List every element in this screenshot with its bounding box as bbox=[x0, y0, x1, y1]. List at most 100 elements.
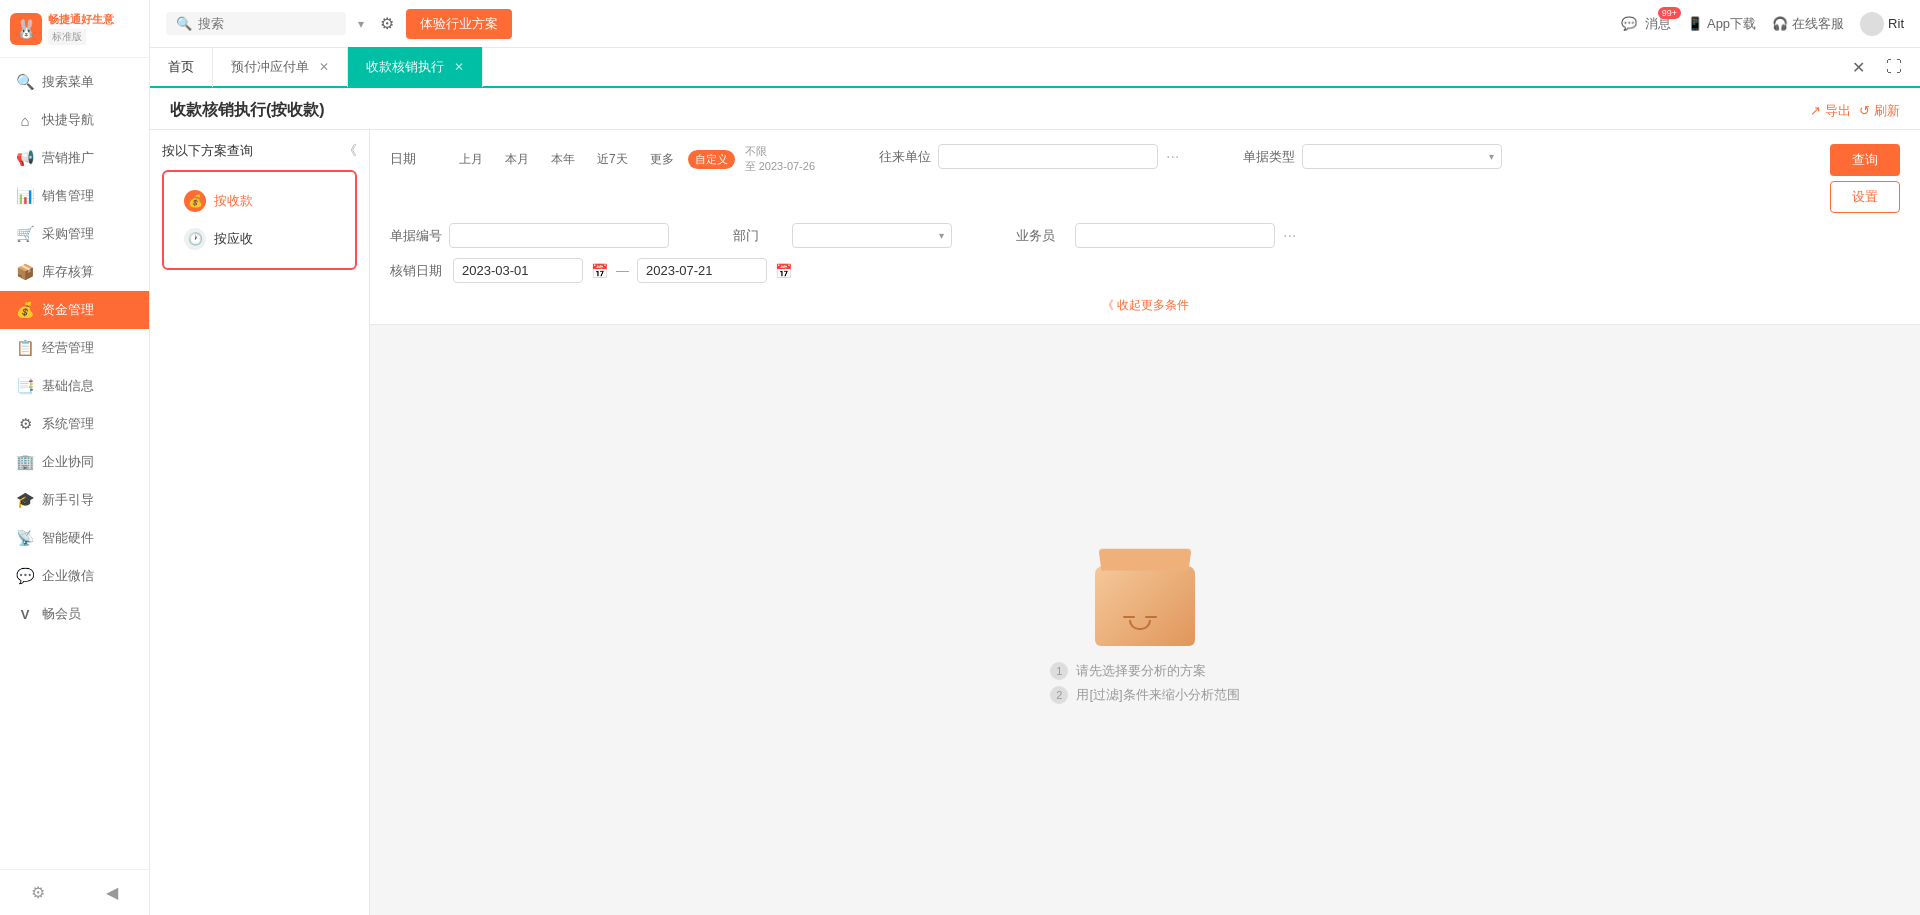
search-icon: 🔍 bbox=[176, 16, 192, 31]
refresh-btn[interactable]: ↺ 刷新 bbox=[1859, 102, 1900, 120]
logo-badge: 标准版 bbox=[48, 29, 86, 45]
export-label: 导出 bbox=[1825, 102, 1851, 120]
smart-hw-icon: 📡 bbox=[16, 529, 34, 547]
app-download-label: App下载 bbox=[1707, 15, 1756, 33]
export-icon: ↗ bbox=[1810, 103, 1821, 118]
date-unlimited-label: 不限 bbox=[745, 144, 815, 159]
box-body bbox=[1095, 566, 1195, 646]
partner-input[interactable] bbox=[938, 144, 1158, 169]
sidebar-item-fund[interactable]: 💰 资金管理 bbox=[0, 291, 149, 329]
sidebar-item-basic-info[interactable]: 📑基础信息 bbox=[0, 367, 149, 405]
this-year-btn[interactable]: 本年 bbox=[543, 148, 583, 171]
tab-receipt-close-icon[interactable]: ✕ bbox=[454, 60, 464, 74]
left-panel-collapse-icon[interactable]: 《 bbox=[343, 142, 357, 160]
sidebar-label-purchase: 采购管理 bbox=[42, 225, 94, 243]
staff-dots[interactable]: ··· bbox=[1283, 227, 1296, 245]
settings-bottom-icon[interactable]: ⚙ bbox=[26, 878, 50, 907]
sidebar-item-system[interactable]: ⚙系统管理 bbox=[0, 405, 149, 443]
department-select-wrap bbox=[792, 223, 952, 248]
collapse-sidebar-btn[interactable]: ◀ bbox=[101, 878, 123, 907]
sidebar-item-sales[interactable]: 📊销售管理 bbox=[0, 177, 149, 215]
page-header-actions: ↗ 导出 ↺ 刷新 bbox=[1810, 102, 1900, 120]
message-btn[interactable]: 💬 99+ 消息 bbox=[1621, 15, 1671, 33]
page-title-row: 收款核销执行(按收款) ↗ 导出 ↺ 刷新 bbox=[170, 100, 1900, 129]
app-download-btn[interactable]: 📱 App下载 bbox=[1687, 15, 1756, 33]
user-info-btn[interactable]: Rit bbox=[1860, 12, 1904, 36]
receipt-option-label: 按收款 bbox=[214, 192, 253, 210]
bill-no-input[interactable] bbox=[449, 223, 669, 248]
sidebar-label-smart-hw: 智能硬件 bbox=[42, 529, 94, 547]
query-option-by-receipt[interactable]: 💰 按收款 bbox=[174, 182, 345, 220]
logo-icon: 🐰 bbox=[10, 13, 42, 45]
sidebar-item-inventory[interactable]: 📦库存核算 bbox=[0, 253, 149, 291]
tab-maximize-icon[interactable]: ⛶ bbox=[1880, 53, 1908, 81]
tab-home[interactable]: 首页 bbox=[150, 47, 213, 87]
box-top bbox=[1099, 549, 1192, 571]
filter-row-2: 单据编号 部门 业务员 bbox=[390, 223, 1900, 248]
bill-type-select[interactable] bbox=[1302, 144, 1502, 169]
end-calendar-icon[interactable]: 📅 bbox=[775, 263, 792, 279]
reconcile-date-start-input[interactable] bbox=[453, 258, 583, 283]
online-service-label: 在线客服 bbox=[1792, 15, 1844, 33]
sidebar: 🐰 畅捷通好生意 标准版 🔍搜索菜单 ⌂快捷导航 📢营销推广 📊销售管理 🛒采购… bbox=[0, 0, 150, 915]
staff-filter-group: 业务员 ··· bbox=[1016, 223, 1296, 248]
sidebar-label-member: 畅会员 bbox=[42, 605, 81, 623]
query-option-by-receivable[interactable]: 🕐 按应收 bbox=[174, 220, 345, 258]
face-right-eye bbox=[1145, 616, 1157, 618]
bill-no-label: 单据编号 bbox=[390, 227, 445, 245]
reconcile-date-end-input[interactable] bbox=[637, 258, 767, 283]
tab-home-label: 首页 bbox=[168, 58, 194, 76]
sidebar-item-newbie[interactable]: 🎓新手引导 bbox=[0, 481, 149, 519]
wechat-icon: 💬 bbox=[16, 567, 34, 585]
user-name-label: Rit bbox=[1888, 16, 1904, 31]
more-date-btn[interactable]: 更多 bbox=[642, 148, 682, 171]
tab-receipt-reconcile[interactable]: 收款核销执行 ✕ bbox=[348, 47, 483, 87]
online-service-btn[interactable]: 🎧 在线客服 bbox=[1772, 15, 1844, 33]
query-btn[interactable]: 查询 bbox=[1830, 144, 1900, 176]
sidebar-logo: 🐰 畅捷通好生意 标准版 bbox=[0, 0, 149, 58]
sidebar-item-purchase[interactable]: 🛒采购管理 bbox=[0, 215, 149, 253]
prev-month-btn[interactable]: 上月 bbox=[451, 148, 491, 171]
sidebar-label-inventory: 库存核算 bbox=[42, 263, 94, 281]
sidebar-item-quick-nav[interactable]: ⌂快捷导航 bbox=[0, 101, 149, 139]
sidebar-label-fund: 资金管理 bbox=[42, 301, 94, 319]
tab-prepay-label: 预付冲应付单 bbox=[231, 58, 309, 76]
sidebar-item-smart-hw[interactable]: 📡 智能硬件 bbox=[0, 519, 149, 557]
date-label: 日期 bbox=[390, 150, 445, 168]
staff-input[interactable] bbox=[1075, 223, 1275, 248]
sidebar-label-enterprise: 企业协同 bbox=[42, 453, 94, 471]
empty-hints: 1 请先选择要分析的方案 2 用[过滤]条件来缩小分析范围 bbox=[1050, 662, 1239, 704]
tab-prepay-reconcile[interactable]: 预付冲应付单 ✕ bbox=[213, 47, 348, 87]
left-panel: 按以下方案查询 《 💰 按收款 🕐 按应收 bbox=[150, 130, 370, 915]
sidebar-item-enterprise[interactable]: 🏢企业协同 bbox=[0, 443, 149, 481]
collapse-more-btn[interactable]: 《 收起更多条件 bbox=[1102, 297, 1189, 314]
sidebar-label-quick-nav: 快捷导航 bbox=[42, 111, 94, 129]
last-7days-btn[interactable]: 近7天 bbox=[589, 148, 636, 171]
sidebar-item-member[interactable]: V畅会员 bbox=[0, 595, 149, 633]
page-title: 收款核销执行(按收款) bbox=[170, 100, 325, 121]
receipt-option-icon: 💰 bbox=[184, 190, 206, 212]
message-badge: 99+ bbox=[1658, 7, 1681, 19]
partner-dots[interactable]: ··· bbox=[1166, 148, 1179, 166]
bill-type-select-wrap bbox=[1302, 144, 1502, 169]
tab-prepay-close-icon[interactable]: ✕ bbox=[319, 60, 329, 74]
setting-btn[interactable]: 设置 bbox=[1830, 181, 1900, 213]
sidebar-item-operation[interactable]: 📋经营管理 bbox=[0, 329, 149, 367]
sidebar-item-search[interactable]: 🔍搜索菜单 bbox=[0, 63, 149, 101]
empty-hint-1: 1 请先选择要分析的方案 bbox=[1050, 662, 1239, 680]
sidebar-item-wechat[interactable]: 💬企业微信 bbox=[0, 557, 149, 595]
topbar-gear-icon[interactable]: ⚙ bbox=[380, 14, 394, 33]
topbar-chevron-icon[interactable]: ▾ bbox=[358, 17, 364, 31]
fund-icon: 💰 bbox=[16, 301, 34, 319]
collapse-label: 收起更多条件 bbox=[1117, 297, 1189, 314]
start-calendar-icon[interactable]: 📅 bbox=[591, 263, 608, 279]
sidebar-item-marketing[interactable]: 📢营销推广 bbox=[0, 139, 149, 177]
search-input[interactable] bbox=[198, 16, 328, 31]
bill-type-filter-group: 单据类型 bbox=[1243, 144, 1502, 169]
date-custom-badge[interactable]: 自定义 bbox=[688, 150, 735, 169]
tab-close-all-icon[interactable]: ✕ bbox=[1844, 53, 1872, 81]
solution-btn[interactable]: 体验行业方案 bbox=[406, 9, 512, 39]
department-select[interactable] bbox=[792, 223, 952, 248]
this-month-btn[interactable]: 本月 bbox=[497, 148, 537, 171]
export-btn[interactable]: ↗ 导出 bbox=[1810, 102, 1851, 120]
